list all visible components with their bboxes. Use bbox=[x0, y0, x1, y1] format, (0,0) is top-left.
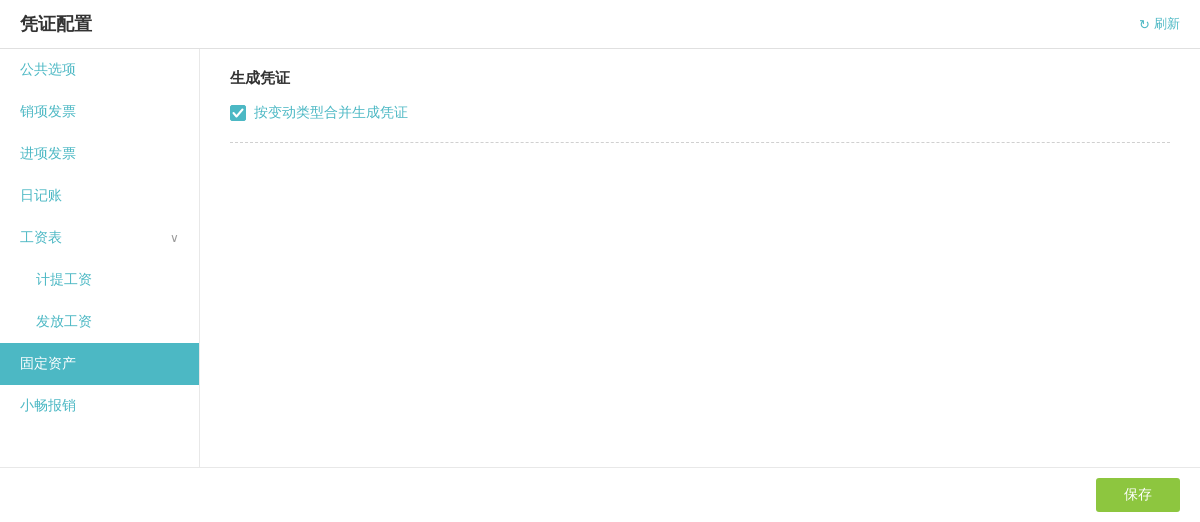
section-title: 生成凭证 bbox=[230, 69, 1170, 88]
sidebar-item-calculate-salary[interactable]: 计提工资 bbox=[0, 259, 199, 301]
refresh-button[interactable]: ↻ 刷新 bbox=[1139, 15, 1180, 33]
refresh-label: 刷新 bbox=[1154, 15, 1180, 33]
sidebar-item-sales-invoice[interactable]: 销项发票 bbox=[0, 91, 199, 133]
page-title: 凭证配置 bbox=[20, 12, 92, 36]
sidebar-item-label: 工资表 bbox=[20, 229, 62, 247]
sidebar-item-purchase-invoice[interactable]: 进项发票 bbox=[0, 133, 199, 175]
sidebar-item-issue-salary[interactable]: 发放工资 bbox=[0, 301, 199, 343]
refresh-icon: ↻ bbox=[1139, 17, 1150, 32]
page-header: 凭证配置 ↻ 刷新 bbox=[0, 0, 1200, 49]
checkmark-icon bbox=[232, 107, 244, 119]
chevron-down-icon: ∨ bbox=[170, 231, 179, 245]
section-body: 按变动类型合并生成凭证 bbox=[230, 104, 1170, 143]
content-area: 公共选项销项发票进项发票日记账工资表 ∨ 计提工资发放工资固定资产小畅报销 生成凭证… bbox=[0, 49, 1200, 467]
merge-checkbox[interactable] bbox=[230, 105, 246, 121]
sidebar-item-fixed-assets[interactable]: 固定资产 bbox=[0, 343, 199, 385]
sidebar-item-public[interactable]: 公共选项 bbox=[0, 49, 199, 91]
checkbox-label: 按变动类型合并生成凭证 bbox=[254, 104, 408, 122]
save-button[interactable]: 保存 bbox=[1096, 478, 1180, 512]
page-footer: 保存 bbox=[0, 467, 1200, 522]
sidebar-item-payroll[interactable]: 工资表 ∨ bbox=[0, 217, 199, 259]
main-content: 生成凭证 按变动类型合并生成凭证 bbox=[200, 49, 1200, 467]
checkbox-row[interactable]: 按变动类型合并生成凭证 bbox=[230, 104, 1170, 122]
sidebar-item-journal[interactable]: 日记账 bbox=[0, 175, 199, 217]
sidebar: 公共选项销项发票进项发票日记账工资表 ∨ 计提工资发放工资固定资产小畅报销 bbox=[0, 49, 200, 467]
sidebar-item-expense-report[interactable]: 小畅报销 bbox=[0, 385, 199, 427]
